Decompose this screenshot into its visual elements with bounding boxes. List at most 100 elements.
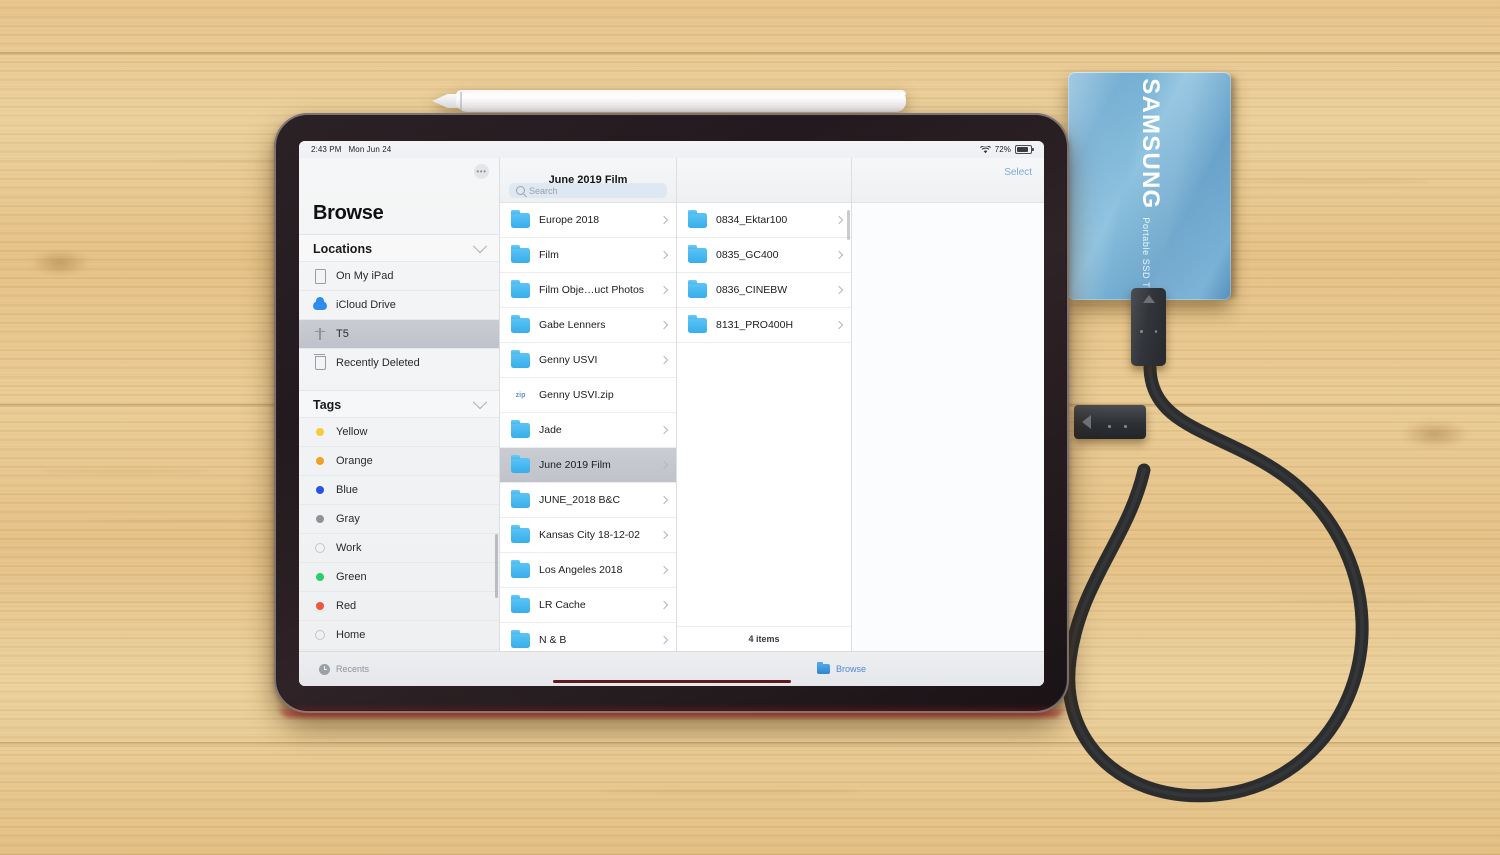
- tag-label: Red: [336, 600, 357, 612]
- ssd-brand-name: SAMSUNG: [1136, 78, 1164, 210]
- file-list-3: [852, 203, 1044, 651]
- battery-icon: [1015, 145, 1034, 154]
- browser-columns: June 2019 Film Search Europe 2018 Film F…: [500, 158, 1044, 651]
- zip-icon: zip: [515, 391, 526, 399]
- sidebar-tag-gray[interactable]: Gray: [299, 504, 499, 533]
- sidebar-tag-green[interactable]: Green: [299, 562, 499, 591]
- navigation-bar-spacer: [677, 158, 851, 203]
- connector-triangle-icon: [1142, 295, 1155, 303]
- sidebar-item-t5[interactable]: T5: [299, 319, 499, 348]
- file-row[interactable]: 0836_CINEBW: [677, 273, 851, 308]
- sidebar-tag-blue[interactable]: Blue: [299, 475, 499, 504]
- folder-icon: [688, 209, 707, 228]
- chevron-right-icon: [659, 320, 669, 330]
- chevron-down-icon[interactable]: [472, 395, 488, 410]
- file-name: June 2019 Film: [539, 459, 611, 471]
- sidebar-scrollbar[interactable]: [495, 534, 498, 598]
- section-header-label: Tags: [313, 398, 342, 412]
- ipad-screen: 2:43 PM Mon Jun 24 72% ••• Browse Locati…: [299, 141, 1044, 686]
- folder-icon: [511, 559, 530, 578]
- sidebar-section-locations[interactable]: Locations: [299, 234, 499, 261]
- sidebar-tag-work[interactable]: Work: [299, 533, 499, 562]
- sidebar-tag-yellow[interactable]: Yellow: [299, 417, 499, 446]
- tag-label: Yellow: [336, 426, 368, 438]
- column-2-scrollbar[interactable]: [847, 210, 850, 240]
- sidebar-tag-red[interactable]: Red: [299, 591, 499, 620]
- file-row[interactable]: N & B: [500, 623, 676, 651]
- folder-icon: [511, 454, 530, 473]
- chevron-right-icon: [834, 320, 844, 330]
- status-time: 2:43 PM: [311, 145, 342, 154]
- chevron-right-icon: [659, 355, 669, 365]
- file-row[interactable]: zip Genny USVI.zip: [500, 378, 676, 413]
- samsung-portable-ssd-t5: SAMSUNG Portable SSD T5: [1068, 72, 1231, 300]
- sidebar-item-on-my-ipad[interactable]: On My iPad: [299, 261, 499, 290]
- file-name: Jade: [539, 424, 562, 436]
- section-header-label: Locations: [313, 242, 373, 256]
- file-row[interactable]: Gabe Lenners: [500, 308, 676, 343]
- file-row-selected[interactable]: June 2019 Film: [500, 448, 676, 483]
- sidebar-section-tags[interactable]: Tags: [299, 390, 499, 417]
- status-bar: 2:43 PM Mon Jun 24 72%: [299, 141, 1044, 158]
- file-row[interactable]: Genny USVI: [500, 343, 676, 378]
- tag-dot-icon: [313, 628, 327, 642]
- file-name: 8131_PRO400H: [716, 319, 794, 331]
- sidebar-item-icloud-drive[interactable]: iCloud Drive: [299, 290, 499, 319]
- file-row[interactable]: Film: [500, 238, 676, 273]
- ssd-model-name: Portable SSD T5: [1140, 217, 1151, 294]
- sidebar-item-label: Recently Deleted: [336, 357, 420, 369]
- file-row[interactable]: JUNE_2018 B&C: [500, 483, 676, 518]
- search-placeholder: Search: [529, 185, 558, 196]
- folder-icon: [511, 419, 530, 438]
- cloud-icon: [313, 297, 327, 312]
- file-name: 0834_Ektar100: [716, 214, 788, 226]
- tab-browse[interactable]: Browse: [593, 662, 1045, 674]
- chevron-down-icon[interactable]: [472, 239, 488, 254]
- file-row[interactable]: 8131_PRO400H: [677, 308, 851, 343]
- sidebar-item-recently-deleted[interactable]: Recently Deleted: [299, 348, 499, 377]
- tab-label: Recents: [336, 664, 370, 674]
- select-button[interactable]: Select: [1004, 167, 1032, 178]
- more-options-button[interactable]: •••: [474, 164, 489, 179]
- file-row[interactable]: Los Angeles 2018: [500, 553, 676, 588]
- page-title: Browse: [313, 202, 384, 224]
- file-row[interactable]: LR Cache: [500, 588, 676, 623]
- clock-icon: [319, 663, 330, 675]
- sidebar-item-label: iCloud Drive: [336, 299, 396, 311]
- file-row[interactable]: Europe 2018: [500, 203, 676, 238]
- sidebar-item-label: On My iPad: [336, 270, 394, 282]
- file-row[interactable]: 0835_GC400: [677, 238, 851, 273]
- search-input[interactable]: Search: [509, 183, 667, 198]
- tag-dot-icon: [313, 570, 327, 584]
- chevron-right-icon: [659, 285, 669, 295]
- sidebar: ••• Browse Locations On My iPad iCloud D…: [299, 158, 500, 651]
- file-column-3-preview: Select: [852, 158, 1044, 651]
- chevron-right-icon: [659, 460, 669, 470]
- file-list-2: 0834_Ektar100 0835_GC400 0836_CINEBW 813…: [677, 203, 851, 626]
- folder-icon: [511, 279, 530, 298]
- home-indicator[interactable]: [552, 680, 791, 683]
- sidebar-tag-home[interactable]: Home: [299, 620, 499, 649]
- file-row[interactable]: 0834_Ektar100: [677, 203, 851, 238]
- file-row[interactable]: Jade: [500, 413, 676, 448]
- wifi-icon: [979, 145, 991, 153]
- status-date: Mon Jun 24: [348, 145, 392, 154]
- sidebar-item-label: T5: [336, 328, 349, 340]
- file-row[interactable]: Kansas City 18-12-02: [500, 518, 676, 553]
- folder-icon: [688, 279, 707, 298]
- ipad-pro-device: 2:43 PM Mon Jun 24 72% ••• Browse Locati…: [274, 113, 1069, 717]
- chevron-right-icon: [834, 215, 844, 225]
- tag-label: Orange: [336, 455, 373, 467]
- sidebar-tag-orange[interactable]: Orange: [299, 446, 499, 475]
- file-name: Gabe Lenners: [539, 319, 606, 331]
- file-name: Kansas City 18-12-02: [539, 529, 640, 541]
- file-name: Los Angeles 2018: [539, 564, 623, 576]
- usb-icon: [313, 327, 327, 341]
- file-row[interactable]: Film Obje…uct Photos: [500, 273, 676, 308]
- tab-recents[interactable]: Recents: [299, 663, 593, 675]
- folder-icon: [688, 314, 707, 333]
- file-name: Film Obje…uct Photos: [539, 284, 645, 296]
- trash-icon: [313, 353, 327, 370]
- folder-icon: [688, 244, 707, 263]
- file-name: Genny USVI.zip: [539, 389, 614, 401]
